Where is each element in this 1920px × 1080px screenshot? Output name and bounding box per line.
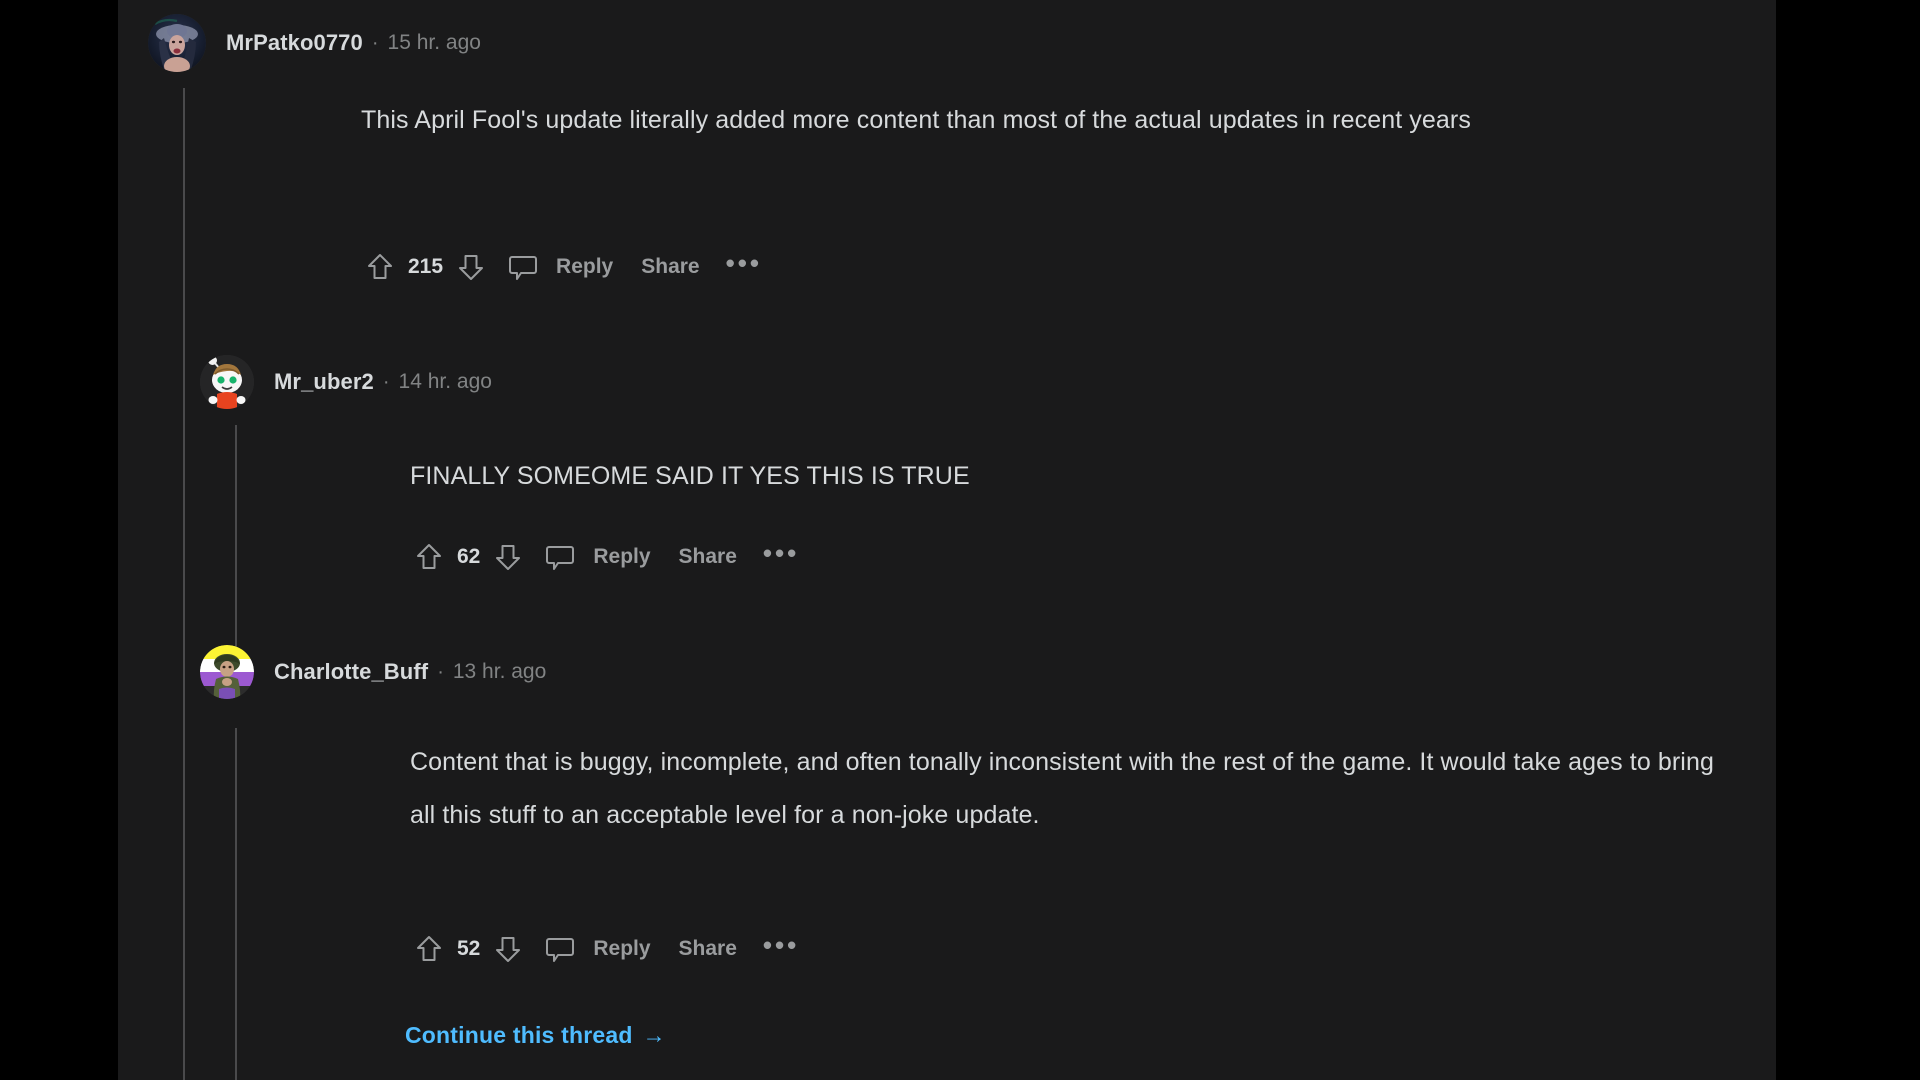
comment-action-bar: 215 Reply Share ••• [361, 248, 762, 286]
vote-count: 215 [408, 255, 444, 278]
downvote-button[interactable] [452, 248, 490, 286]
username-separator: · [437, 660, 444, 683]
username-separator: · [371, 31, 379, 54]
comment-action-bar: 62 Reply Share ••• [410, 538, 799, 576]
comment-username[interactable]: Charlotte_Buff [274, 659, 428, 685]
avatar-mr-uber2[interactable] [200, 355, 254, 409]
reply-button[interactable]: Reply [593, 937, 650, 961]
comment-bubble-button[interactable] [541, 930, 579, 968]
comment-header: Mr_uber2 · 14 hr. ago [200, 355, 492, 409]
continue-thread-label: Continue this thread [405, 1022, 633, 1048]
more-options-button[interactable]: ••• [763, 540, 799, 568]
reply-button[interactable]: Reply [593, 545, 650, 569]
comment-body: This April Fool's update literally added… [361, 106, 1471, 134]
comment-body: FINALLY SOMEOME SAID IT YES THIS IS TRUE [410, 462, 970, 490]
comment-timestamp: 13 hr. ago [452, 660, 547, 683]
continue-thread-link[interactable]: Continue this thread → [405, 1022, 666, 1049]
screenshot-root: MrPatko0770 · 15 hr. ago This April Fool… [0, 0, 1920, 1080]
comment-thread-pane: MrPatko0770 · 15 hr. ago This April Fool… [118, 0, 1776, 1080]
share-button[interactable]: Share [641, 255, 699, 279]
avatar-mrpatko0770[interactable] [148, 14, 206, 72]
reply-button[interactable]: Reply [556, 255, 613, 279]
more-options-button[interactable]: ••• [726, 250, 762, 278]
upvote-button[interactable] [361, 248, 399, 286]
thread-line-reply-1[interactable] [235, 425, 237, 650]
downvote-button[interactable] [489, 538, 527, 576]
vote-group: 215 [361, 248, 490, 286]
upvote-button[interactable] [410, 930, 448, 968]
comment-header: Charlotte_Buff · 13 hr. ago [200, 645, 546, 699]
comment-header: MrPatko0770 · 15 hr. ago [148, 14, 481, 72]
username-separator: · [382, 370, 390, 393]
comment-bubble-button[interactable] [541, 538, 579, 576]
comment-timestamp: 14 hr. ago [398, 370, 492, 393]
comment-username[interactable]: Mr_uber2 [274, 369, 374, 395]
share-button[interactable]: Share [679, 937, 737, 961]
comment-action-bar: 52 Reply Share ••• [410, 930, 799, 968]
comment-timestamp: 15 hr. ago [387, 31, 481, 54]
vote-group: 52 [410, 930, 527, 968]
comment-body: Content that is buggy, incomplete, and o… [410, 748, 1714, 829]
upvote-button[interactable] [410, 538, 448, 576]
share-button[interactable]: Share [679, 545, 737, 569]
arrow-right-icon: → [642, 1022, 666, 1048]
vote-count: 62 [457, 545, 481, 568]
more-options-button[interactable]: ••• [763, 932, 799, 960]
comment-bubble-button[interactable] [504, 248, 542, 286]
thread-line-root[interactable] [183, 88, 185, 1080]
vote-count: 52 [457, 937, 481, 960]
thread-line-reply-2[interactable] [235, 728, 237, 1080]
comment-username[interactable]: MrPatko0770 [226, 30, 363, 56]
downvote-button[interactable] [489, 930, 527, 968]
vote-group: 62 [410, 538, 527, 576]
avatar-charlotte-buff[interactable] [200, 645, 254, 699]
